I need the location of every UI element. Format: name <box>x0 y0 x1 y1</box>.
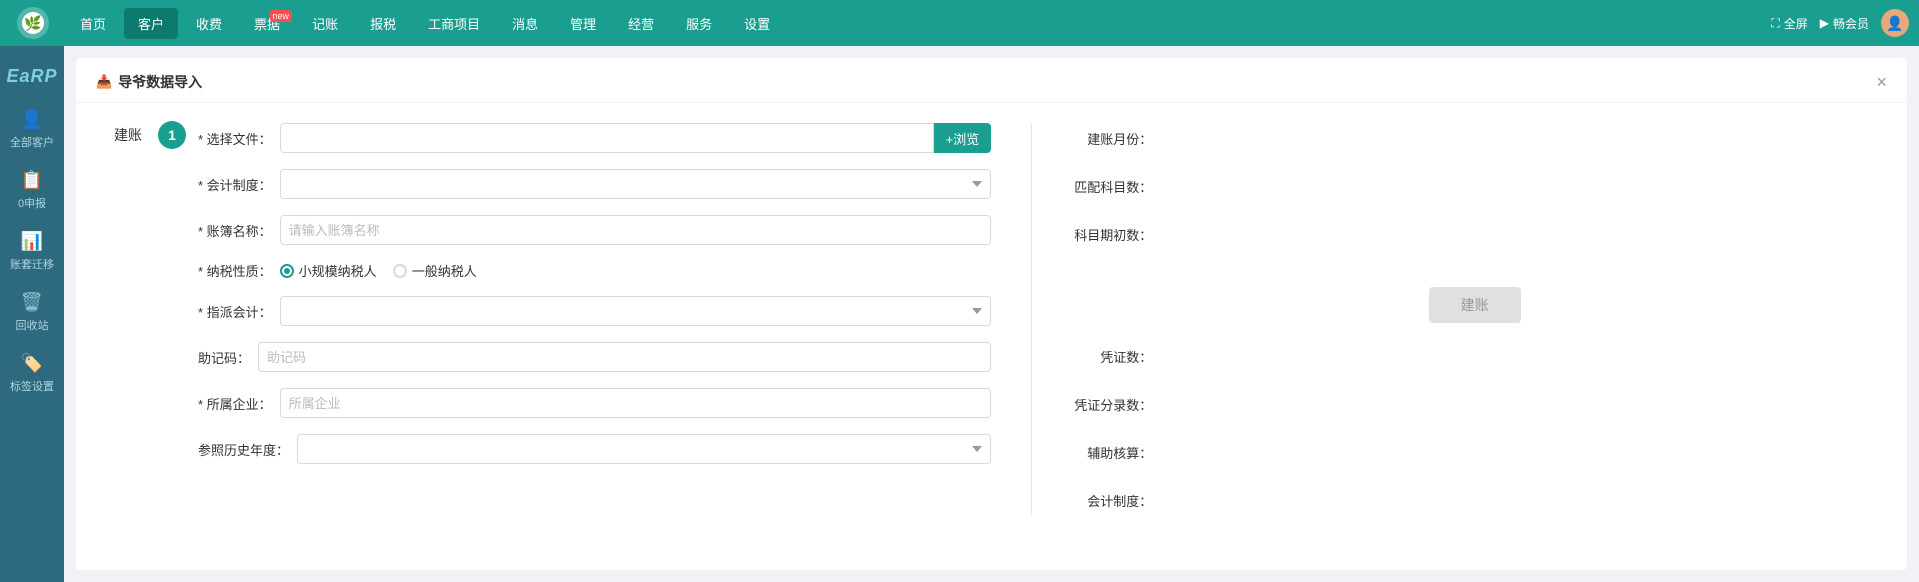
zero-filing-icon: 📋 <box>21 170 43 191</box>
voucher-count-label: 凭证数： <box>1072 347 1152 366</box>
match-subjects-label: 匹配科目数： <box>1072 177 1152 196</box>
recycle-bin-icon: 🗑️ <box>21 292 43 313</box>
accounting-system-row: * 会计制度： <box>198 169 991 199</box>
nav-menu: 首页 客户 收费 票据 new 记账 报税 工商项目 消息 管理 经营 服务 设… <box>66 8 1771 39</box>
memo-code-label: 助记码： <box>198 348 250 367</box>
reference-year-label: 参照历史年度： <box>198 440 289 459</box>
fullscreen-button[interactable]: ⛶ 全屏 <box>1771 15 1807 32</box>
reference-year-select[interactable] <box>297 434 991 464</box>
radio-small-scale-dot <box>280 264 294 278</box>
logo-icon: 🌿 <box>24 15 41 32</box>
accounting-system-right-label: 会计制度： <box>1072 491 1152 510</box>
avatar[interactable]: 👤 <box>1881 9 1909 37</box>
all-clients-icon: 👤 <box>21 109 43 130</box>
vip-icon: ▶ <box>1820 16 1829 30</box>
radio-general[interactable]: 一般纳税人 <box>393 261 477 280</box>
accounting-system-right-row: 会计制度： <box>1072 485 1877 515</box>
ledger-name-input[interactable] <box>280 215 992 245</box>
sidebar-item-recycle-bin[interactable]: 🗑️ 回收站 <box>0 284 64 341</box>
match-subjects-row: 匹配科目数： <box>1072 171 1877 201</box>
new-badge: new <box>270 10 293 22</box>
voucher-entries-label: 凭证分录数： <box>1072 395 1152 414</box>
sidebar-item-all-clients[interactable]: 👤 全部客户 <box>0 101 64 158</box>
nav-item-fees[interactable]: 收费 <box>182 8 236 39</box>
step-label: 建账 <box>106 125 142 145</box>
sidebar-item-zero-filing[interactable]: 📋 0申报 <box>0 162 64 219</box>
nav-item-operations[interactable]: 经营 <box>614 8 668 39</box>
assign-accountant-label: * 指派会计： <box>198 302 272 321</box>
ledger-name-label: * 账簿名称： <box>198 221 272 240</box>
nav-right: ⛶ 全屏 ▶ 畅会员 👤 <box>1771 9 1909 37</box>
file-input-group: +浏览 <box>280 123 992 153</box>
vip-button[interactable]: ▶ 畅会员 <box>1820 15 1869 32</box>
ledger-name-row: * 账簿名称： <box>198 215 991 245</box>
voucher-count-row: 凭证数： <box>1072 341 1877 371</box>
avatar-icon: 👤 <box>1886 15 1903 32</box>
dialog-title: 导爷数据导入 <box>118 72 202 92</box>
nav-item-bookkeeping[interactable]: 记账 <box>298 8 352 39</box>
dialog-body: 建账 1 * 选择文件： +浏览 <box>76 103 1907 535</box>
reference-year-row: 参照历史年度： <box>198 434 991 464</box>
nav-item-management[interactable]: 管理 <box>556 8 610 39</box>
aux-accounting-row: 辅助核算： <box>1072 437 1877 467</box>
select-file-input[interactable] <box>280 123 934 153</box>
tax-type-label: * 纳税性质： <box>198 261 272 280</box>
build-month-label: 建账月份： <box>1072 129 1152 148</box>
memo-code-input[interactable] <box>258 342 991 372</box>
content-area: 📥 导爷数据导入 × 建账 1 * 选择文件： <box>64 46 1919 582</box>
import-dialog: 📥 导爷数据导入 × 建账 1 * 选择文件： <box>76 58 1907 570</box>
main-layout: EaRP 👤 全部客户 📋 0申报 📊 账套迁移 🗑️ 回收站 🏷️ 标签设置 … <box>0 46 1919 582</box>
company-row: * 所属企业： <box>198 388 991 418</box>
radio-general-dot <box>393 264 407 278</box>
nav-item-business[interactable]: 工商项目 <box>414 8 494 39</box>
nav-item-services[interactable]: 服务 <box>672 8 726 39</box>
company-input[interactable] <box>280 388 992 418</box>
radio-small-scale[interactable]: 小规模纳税人 <box>280 261 377 280</box>
aux-accounting-label: 辅助核算： <box>1072 443 1152 462</box>
step-indicator: 1 <box>158 121 186 149</box>
nav-item-tax[interactable]: 报税 <box>356 8 410 39</box>
nav-item-home[interactable]: 首页 <box>66 8 120 39</box>
build-account-area: 建账 <box>1072 287 1877 323</box>
app-logo: 🌿 <box>10 0 56 46</box>
assign-accountant-select[interactable] <box>280 296 992 326</box>
accounting-system-select[interactable] <box>280 169 992 199</box>
dialog-header: 📥 导爷数据导入 × <box>76 58 1907 103</box>
right-section: 建账月份： 匹配科目数： 科目期初数： 建账 凭证 <box>1072 123 1877 515</box>
label-settings-icon: 🏷️ <box>21 353 43 374</box>
build-month-row: 建账月份： <box>1072 123 1877 153</box>
vertical-divider <box>1031 123 1032 515</box>
import-icon: 📥 <box>96 74 112 90</box>
select-file-label: * 选择文件： <box>198 129 272 148</box>
tax-type-radio-group: 小规模纳税人 一般纳税人 <box>280 261 477 280</box>
initial-balance-label: 科目期初数： <box>1072 225 1152 244</box>
company-label: * 所属企业： <box>198 394 272 413</box>
build-account-button[interactable]: 建账 <box>1429 287 1521 323</box>
assign-accountant-row: * 指派会计： <box>198 296 991 326</box>
sidebar-logo: EaRP <box>6 56 57 97</box>
tax-type-row: * 纳税性质： 小规模纳税人 一般纳税人 <box>198 261 991 280</box>
nav-item-messages[interactable]: 消息 <box>498 8 552 39</box>
fullscreen-icon: ⛶ <box>1771 16 1779 31</box>
memo-code-row: 助记码： <box>198 342 991 372</box>
sidebar-item-account-migration[interactable]: 📊 账套迁移 <box>0 223 64 280</box>
nav-item-settings[interactable]: 设置 <box>730 8 784 39</box>
initial-balance-row: 科目期初数： <box>1072 219 1877 249</box>
close-button[interactable]: × <box>1876 72 1887 93</box>
top-navigation: 🌿 首页 客户 收费 票据 new 记账 报税 工商项目 消息 管理 经营 服务… <box>0 0 1919 46</box>
nav-item-bills[interactable]: 票据 new <box>240 8 294 39</box>
voucher-entries-row: 凭证分录数： <box>1072 389 1877 419</box>
browse-button[interactable]: +浏览 <box>934 123 992 153</box>
select-file-row: * 选择文件： +浏览 <box>198 123 991 153</box>
step-forms: * 选择文件： +浏览 * 会计制度： <box>198 123 991 515</box>
nav-item-clients[interactable]: 客户 <box>124 8 178 39</box>
accounting-system-label: * 会计制度： <box>198 175 272 194</box>
sidebar-item-label-settings[interactable]: 🏷️ 标签设置 <box>0 345 64 402</box>
sidebar: EaRP 👤 全部客户 📋 0申报 📊 账套迁移 🗑️ 回收站 🏷️ 标签设置 <box>0 46 64 582</box>
account-migration-icon: 📊 <box>21 231 43 252</box>
